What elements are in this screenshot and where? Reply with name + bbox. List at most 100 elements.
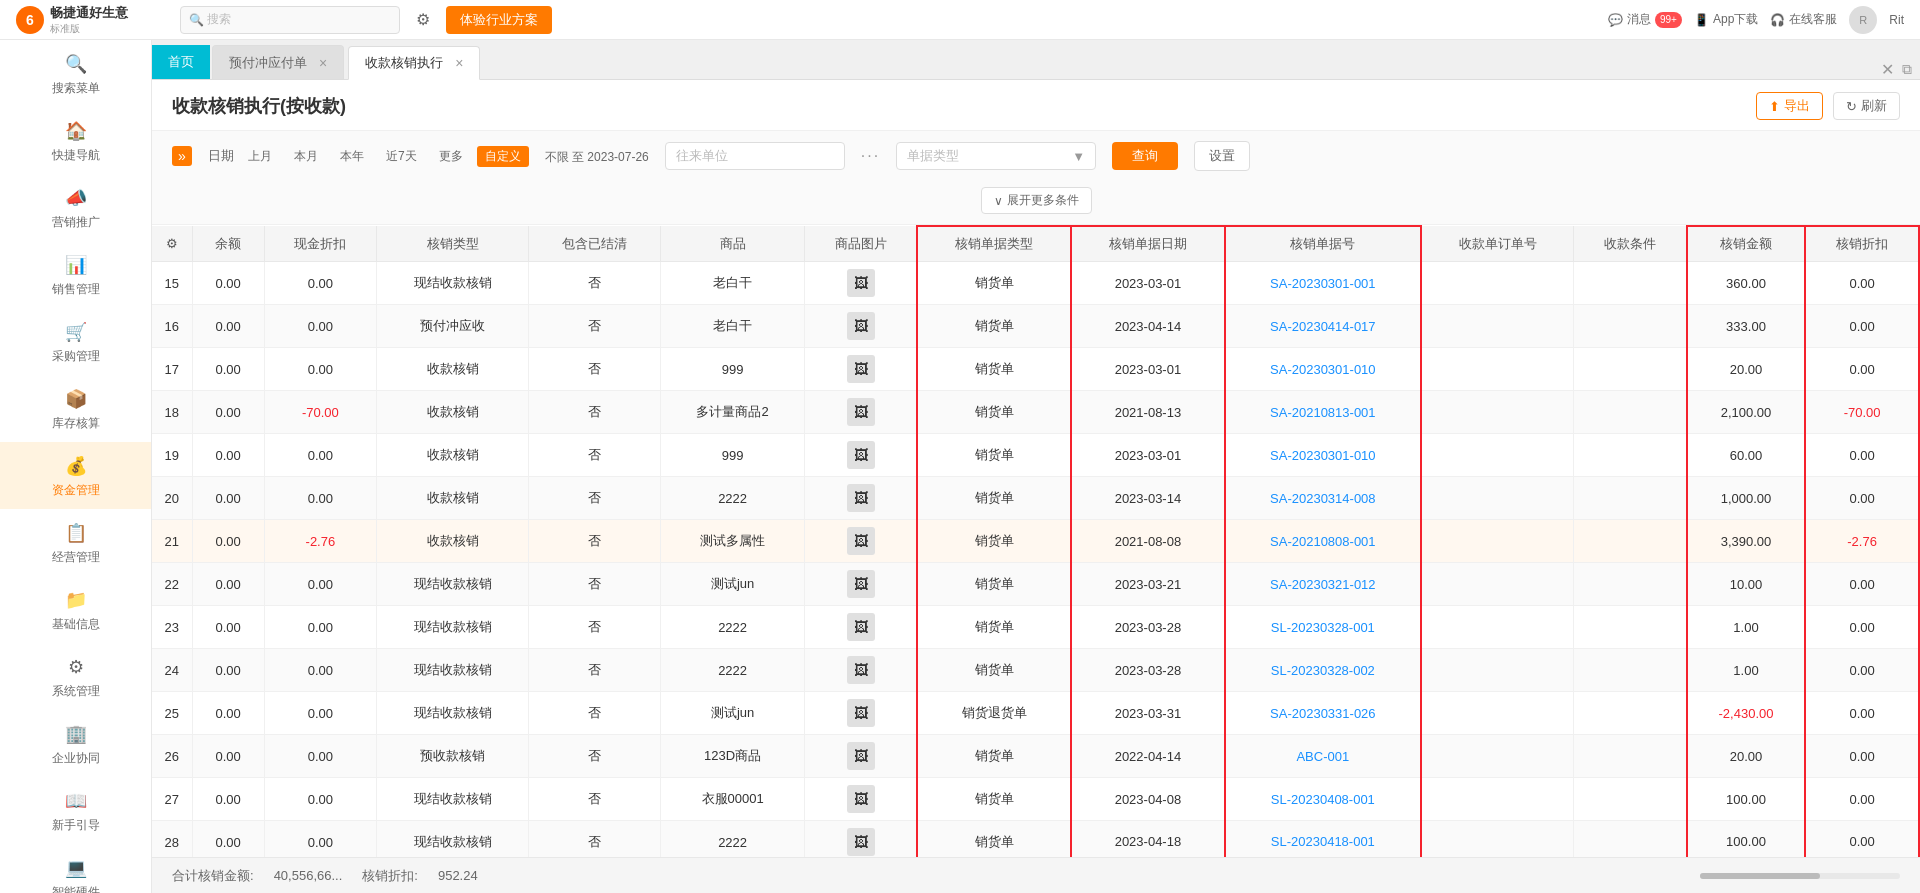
last-month-btn[interactable]: 上月 [240, 146, 280, 167]
ops-icon: 📋 [64, 521, 88, 545]
doc-no-link[interactable]: SA-20230301-010 [1270, 448, 1376, 463]
doc-no-cell[interactable]: SA-20230301-010 [1225, 434, 1421, 477]
guide-icon: 📖 [64, 789, 88, 813]
doc-no-link[interactable]: SL-20230328-001 [1271, 620, 1375, 635]
search-input[interactable]: 🔍 搜索 [180, 6, 400, 34]
doc-no-cell[interactable]: SA-20230301-001 [1225, 262, 1421, 305]
product-cell: 测试jun [661, 563, 804, 606]
sidebar-item-sales[interactable]: 📊 销售管理 [0, 241, 151, 308]
doc-no-link[interactable]: SA-20230301-010 [1270, 362, 1376, 377]
doc-no-cell[interactable]: SL-20230408-001 [1225, 778, 1421, 821]
product-img-cell: 🖼 [804, 262, 917, 305]
doc-no-cell[interactable]: SA-20230331-026 [1225, 692, 1421, 735]
amount-cell: 2,100.00 [1687, 391, 1805, 434]
settled-cell: 否 [529, 434, 661, 477]
doc-no-link[interactable]: SA-20230314-008 [1270, 491, 1376, 506]
doc-no-cell[interactable]: SA-20230321-012 [1225, 563, 1421, 606]
balance-cell: 0.00 [192, 262, 264, 305]
doc-date-cell: 2023-03-01 [1071, 262, 1225, 305]
wo-discount-cell: 0.00 [1805, 305, 1919, 348]
order-no-cell [1421, 477, 1574, 520]
tab-home[interactable]: 首页 [152, 45, 210, 79]
partner-filter[interactable]: 往来单位 [665, 142, 845, 170]
sidebar-item-inventory[interactable]: 📦 库存核算 [0, 375, 151, 442]
sidebar-item-finance[interactable]: 💰 资金管理 [0, 442, 151, 509]
doc-no-cell[interactable]: SL-20230418-001 [1225, 821, 1421, 858]
sidebar-item-search[interactable]: 🔍 搜索菜单 [0, 40, 151, 107]
custom-date-btn[interactable]: 自定义 [477, 146, 529, 167]
filter-expand-arrow[interactable]: » [172, 146, 192, 166]
doc-no-link[interactable]: SA-20230321-012 [1270, 577, 1376, 592]
doc-no-link[interactable]: SA-20230331-026 [1270, 706, 1376, 721]
sidebar-item-marketing[interactable]: 📣 营销推广 [0, 174, 151, 241]
page-title: 收款核销执行(按收款) [172, 94, 346, 118]
doc-no-link[interactable]: SA-20230301-001 [1270, 276, 1376, 291]
doc-no-link[interactable]: ABC-001 [1296, 749, 1349, 764]
sidebar-item-system[interactable]: ⚙ 系统管理 [0, 643, 151, 710]
settings-button[interactable]: 设置 [1194, 141, 1250, 171]
wo-discount-cell: -70.00 [1805, 391, 1919, 434]
doc-date-cell: 2023-03-28 [1071, 649, 1225, 692]
sidebar-item-basic[interactable]: 📁 基础信息 [0, 576, 151, 643]
last7-btn[interactable]: 近7天 [378, 146, 425, 167]
gear-button[interactable]: ⚙ [412, 6, 434, 33]
sidebar-item-hardware[interactable]: 💻 智能硬件 [0, 844, 151, 893]
doc-date-cell: 2023-03-28 [1071, 606, 1225, 649]
filter-bar: » 日期 上月 本月 本年 近7天 更多 自定义 不限 至 2023-07-26… [152, 131, 1920, 225]
product-img-cell: 🖼 [804, 692, 917, 735]
doc-no-cell[interactable]: SA-20230301-010 [1225, 348, 1421, 391]
sidebar-item-purchase[interactable]: 🛒 采购管理 [0, 308, 151, 375]
doc-no-cell[interactable]: SA-20230314-008 [1225, 477, 1421, 520]
sidebar-item-ops[interactable]: 📋 经营管理 [0, 509, 151, 576]
more-dates-btn[interactable]: 更多 [431, 146, 471, 167]
doc-no-cell[interactable]: SA-20210813-001 [1225, 391, 1421, 434]
doc-no-link[interactable]: SL-20230408-001 [1271, 792, 1375, 807]
doc-no-link[interactable]: SL-20230418-001 [1271, 834, 1375, 849]
search-icon: 🔍 [64, 52, 88, 76]
doc-no-cell[interactable]: ABC-001 [1225, 735, 1421, 778]
type-cell: 收款核销 [377, 477, 529, 520]
doc-no-cell[interactable]: SL-20230328-002 [1225, 649, 1421, 692]
doc-no-link[interactable]: SL-20230328-002 [1271, 663, 1375, 678]
row-num: 15 [152, 262, 192, 305]
condition-cell [1574, 563, 1687, 606]
close-window-icon[interactable]: ✕ [1881, 60, 1894, 79]
sidebar-label-marketing: 营销推广 [52, 214, 100, 231]
doc-no-cell[interactable]: SA-20210808-001 [1225, 520, 1421, 563]
sidebar-item-guide[interactable]: 📖 新手引导 [0, 777, 151, 844]
query-button[interactable]: 查询 [1112, 142, 1178, 170]
sidebar-item-shortcut[interactable]: 🏠 快捷导航 [0, 107, 151, 174]
doc-no-link[interactable]: SA-20210813-001 [1270, 405, 1376, 420]
app-download-link[interactable]: 📱 App下载 [1694, 11, 1758, 28]
this-year-btn[interactable]: 本年 [332, 146, 372, 167]
close-prepay-tab-icon[interactable]: × [319, 55, 327, 71]
doc-no-link[interactable]: SA-20210808-001 [1270, 534, 1376, 549]
messages-icon[interactable]: 💬 消息 99+ [1608, 11, 1682, 28]
order-no-cell [1421, 692, 1574, 735]
col-settings[interactable]: ⚙ [152, 226, 192, 262]
expand-more-btn[interactable]: ∨ 展开更多条件 [981, 187, 1092, 214]
this-month-btn[interactable]: 本月 [286, 146, 326, 167]
export-button[interactable]: ⬆ 导出 [1756, 92, 1823, 120]
tab-writeoff[interactable]: 收款核销执行 × [348, 46, 480, 80]
doc-no-cell[interactable]: SL-20230328-001 [1225, 606, 1421, 649]
order-no-cell [1421, 778, 1574, 821]
doc-type-cell: 销货单 [917, 735, 1071, 778]
doc-type-filter[interactable]: 单据类型 ▼ [896, 142, 1096, 170]
discount-cell: 0.00 [264, 262, 376, 305]
doc-no-link[interactable]: SA-20230414-017 [1270, 319, 1376, 334]
product-cell: 999 [661, 348, 804, 391]
industry-solution-button[interactable]: 体验行业方案 [446, 6, 552, 34]
wo-discount-cell: 0.00 [1805, 477, 1919, 520]
balance-cell: 0.00 [192, 434, 264, 477]
tab-prepay[interactable]: 预付冲应付单 × [212, 45, 344, 79]
discount-cell: 0.00 [264, 563, 376, 606]
settled-cell: 否 [529, 606, 661, 649]
refresh-button[interactable]: ↻ 刷新 [1833, 92, 1900, 120]
restore-window-icon[interactable]: ⧉ [1902, 61, 1912, 78]
close-writeoff-tab-icon[interactable]: × [455, 55, 463, 71]
doc-no-cell[interactable]: SA-20230414-017 [1225, 305, 1421, 348]
sidebar-item-corp[interactable]: 🏢 企业协同 [0, 710, 151, 777]
balance-cell: 0.00 [192, 520, 264, 563]
online-service-link[interactable]: 🎧 在线客服 [1770, 11, 1837, 28]
